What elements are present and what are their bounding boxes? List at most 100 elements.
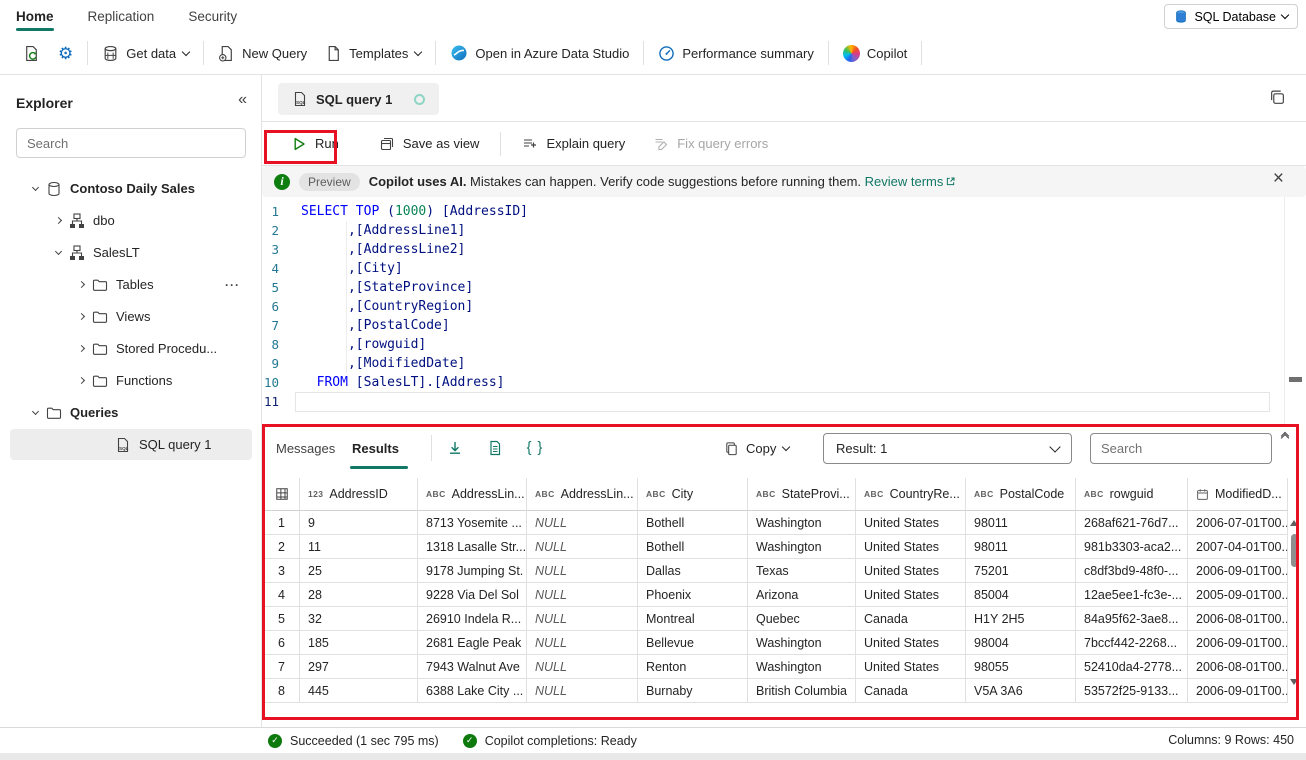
table-cell[interactable]: 2006-07-01T00... — [1188, 511, 1288, 535]
row-number-cell[interactable]: 7 — [263, 655, 300, 679]
sql-code-editor[interactable]: 1SELECT TOP (1000) [AddressID]2 ,[Addres… — [262, 197, 1306, 425]
table-cell[interactable]: NULL — [527, 559, 638, 583]
table-cell[interactable]: Phoenix — [638, 583, 748, 607]
table-cell[interactable]: 9 — [300, 511, 418, 535]
table-cell[interactable]: 6388 Lake City ... — [418, 679, 527, 703]
table-cell[interactable]: Washington — [748, 511, 856, 535]
row-number-cell[interactable]: 8 — [263, 679, 300, 703]
table-cell[interactable]: 2681 Eagle Peak — [418, 631, 527, 655]
table-cell[interactable]: 185 — [300, 631, 418, 655]
column-header-addressid[interactable]: 123AddressID — [300, 478, 418, 511]
table-cell[interactable]: 2007-04-01T00... — [1188, 535, 1288, 559]
table-cell[interactable]: 98011 — [966, 511, 1076, 535]
table-cell[interactable]: 2006-09-01T00... — [1188, 559, 1288, 583]
table-cell[interactable]: 7943 Walnut Ave — [418, 655, 527, 679]
column-header-countryre[interactable]: ABCCountryRe... — [856, 478, 966, 511]
table-cell[interactable]: United States — [856, 655, 966, 679]
table-cell[interactable]: 981b3303-aca2... — [1076, 535, 1188, 559]
close-icon[interactable]: × — [1273, 169, 1284, 188]
table-cell[interactable]: Bothell — [638, 535, 748, 559]
table-cell[interactable]: Washington — [748, 655, 856, 679]
code-line-8[interactable]: 8 ,[rowguid] — [262, 335, 1306, 354]
table-row[interactable]: 61852681 Eagle PeakNULLBellevueWashingto… — [263, 631, 1288, 655]
column-header-postalcode[interactable]: ABCPostalCode — [966, 478, 1076, 511]
table-row[interactable]: 84456388 Lake City ...NULLBurnabyBritish… — [263, 679, 1288, 703]
table-cell[interactable]: 2006-09-01T00... — [1188, 631, 1288, 655]
chevron-right-icon[interactable] — [51, 218, 66, 223]
explorer-search-input[interactable] — [16, 128, 246, 158]
more-options-icon[interactable]: ··· — [225, 278, 240, 292]
open-azure-data-studio-button[interactable]: Open in Azure Data Studio — [441, 37, 638, 69]
table-cell[interactable]: Washington — [748, 535, 856, 559]
table-cell[interactable]: 12ae5ee1-fc3e-... — [1076, 583, 1188, 607]
tree-item-views[interactable]: Views — [10, 301, 252, 332]
table-cell[interactable]: United States — [856, 535, 966, 559]
table-row[interactable]: 198713 Yosemite ...NULLBothellWashington… — [263, 511, 1288, 535]
results-vertical-scrollbar[interactable] — [1288, 478, 1300, 708]
chevron-down-icon[interactable] — [28, 188, 43, 190]
code-line-7[interactable]: 7 ,[PostalCode] — [262, 316, 1306, 335]
table-cell[interactable]: 8713 Yosemite ... — [418, 511, 527, 535]
table-cell[interactable]: 25 — [300, 559, 418, 583]
table-cell[interactable]: 84a95f62-3ae8... — [1076, 607, 1188, 631]
table-cell[interactable]: Bothell — [638, 511, 748, 535]
nav-tab-home[interactable]: Home — [16, 0, 54, 32]
tree-item-tables[interactable]: Tables··· — [10, 269, 252, 300]
table-cell[interactable]: United States — [856, 559, 966, 583]
chevron-right-icon[interactable] — [74, 282, 89, 287]
table-cell[interactable]: Texas — [748, 559, 856, 583]
table-cell[interactable]: 52410da4-2778... — [1076, 655, 1188, 679]
open-in-excel-icon[interactable] — [480, 434, 510, 462]
table-cell[interactable]: Canada — [856, 679, 966, 703]
code-line-10[interactable]: 10 FROM [SalesLT].[Address] — [262, 373, 1306, 392]
chevron-down-icon[interactable] — [28, 412, 43, 414]
table-cell[interactable]: Arizona — [748, 583, 856, 607]
table-cell[interactable]: 26910 Indela R... — [418, 607, 527, 631]
save-as-view-button[interactable]: Save as view — [370, 128, 489, 160]
code-line-5[interactable]: 5 ,[StateProvince] — [262, 278, 1306, 297]
row-number-cell[interactable]: 2 — [263, 535, 300, 559]
table-cell[interactable]: 53572f25-9133... — [1076, 679, 1188, 703]
tab-sql-query-1[interactable]: SQL SQL query 1 — [278, 83, 439, 115]
table-cell[interactable]: United States — [856, 631, 966, 655]
table-cell[interactable]: Quebec — [748, 607, 856, 631]
code-line-6[interactable]: 6 ,[CountryRegion] — [262, 297, 1306, 316]
tab-results[interactable]: Results — [352, 433, 399, 463]
table-cell[interactable]: United States — [856, 583, 966, 607]
table-cell[interactable]: Canada — [856, 607, 966, 631]
nav-tab-replication[interactable]: Replication — [88, 0, 155, 32]
tree-item-stored-procedu[interactable]: Stored Procedu... — [10, 333, 252, 364]
table-cell[interactable]: United States — [856, 511, 966, 535]
row-number-cell[interactable]: 1 — [263, 511, 300, 535]
table-cell[interactable]: NULL — [527, 535, 638, 559]
table-row[interactable]: 2111318 Lasalle Str...NULLBothellWashing… — [263, 535, 1288, 559]
table-cell[interactable]: 75201 — [966, 559, 1076, 583]
table-cell[interactable]: 9228 Via Del Sol — [418, 583, 527, 607]
code-line-3[interactable]: 3 ,[AddressLine2] — [262, 240, 1306, 259]
table-cell[interactable]: Dallas — [638, 559, 748, 583]
table-cell[interactable]: 297 — [300, 655, 418, 679]
code-line-11[interactable]: 11 — [262, 392, 1306, 411]
copilot-button[interactable]: Copilot — [834, 37, 916, 69]
tree-item-functions[interactable]: Functions — [10, 365, 252, 396]
table-cell[interactable]: 2005-09-01T00... — [1188, 583, 1288, 607]
run-button[interactable]: Run — [282, 128, 348, 160]
table-cell[interactable]: Montreal — [638, 607, 748, 631]
table-cell[interactable]: 11 — [300, 535, 418, 559]
table-cell[interactable]: Bellevue — [638, 631, 748, 655]
table-cell[interactable]: H1Y 2H5 — [966, 607, 1076, 631]
copy-results-button[interactable]: Copy — [724, 434, 789, 462]
table-cell[interactable]: NULL — [527, 607, 638, 631]
scroll-down-icon[interactable] — [1290, 679, 1298, 685]
table-cell[interactable]: 2006-09-01T00... — [1188, 679, 1288, 703]
code-line-2[interactable]: 2 ,[AddressLine1] — [262, 221, 1306, 240]
nav-tab-security[interactable]: Security — [188, 0, 237, 32]
editor-scrollbar-thumb[interactable] — [1289, 377, 1302, 382]
tab-messages[interactable]: Messages — [276, 433, 335, 463]
table-cell[interactable]: 98004 — [966, 631, 1076, 655]
chevron-right-icon[interactable] — [74, 314, 89, 319]
table-cell[interactable]: Washington — [748, 631, 856, 655]
code-line-9[interactable]: 9 ,[ModifiedDate] — [262, 354, 1306, 373]
row-number-cell[interactable]: 6 — [263, 631, 300, 655]
select-all-grid-icon[interactable] — [263, 478, 300, 511]
